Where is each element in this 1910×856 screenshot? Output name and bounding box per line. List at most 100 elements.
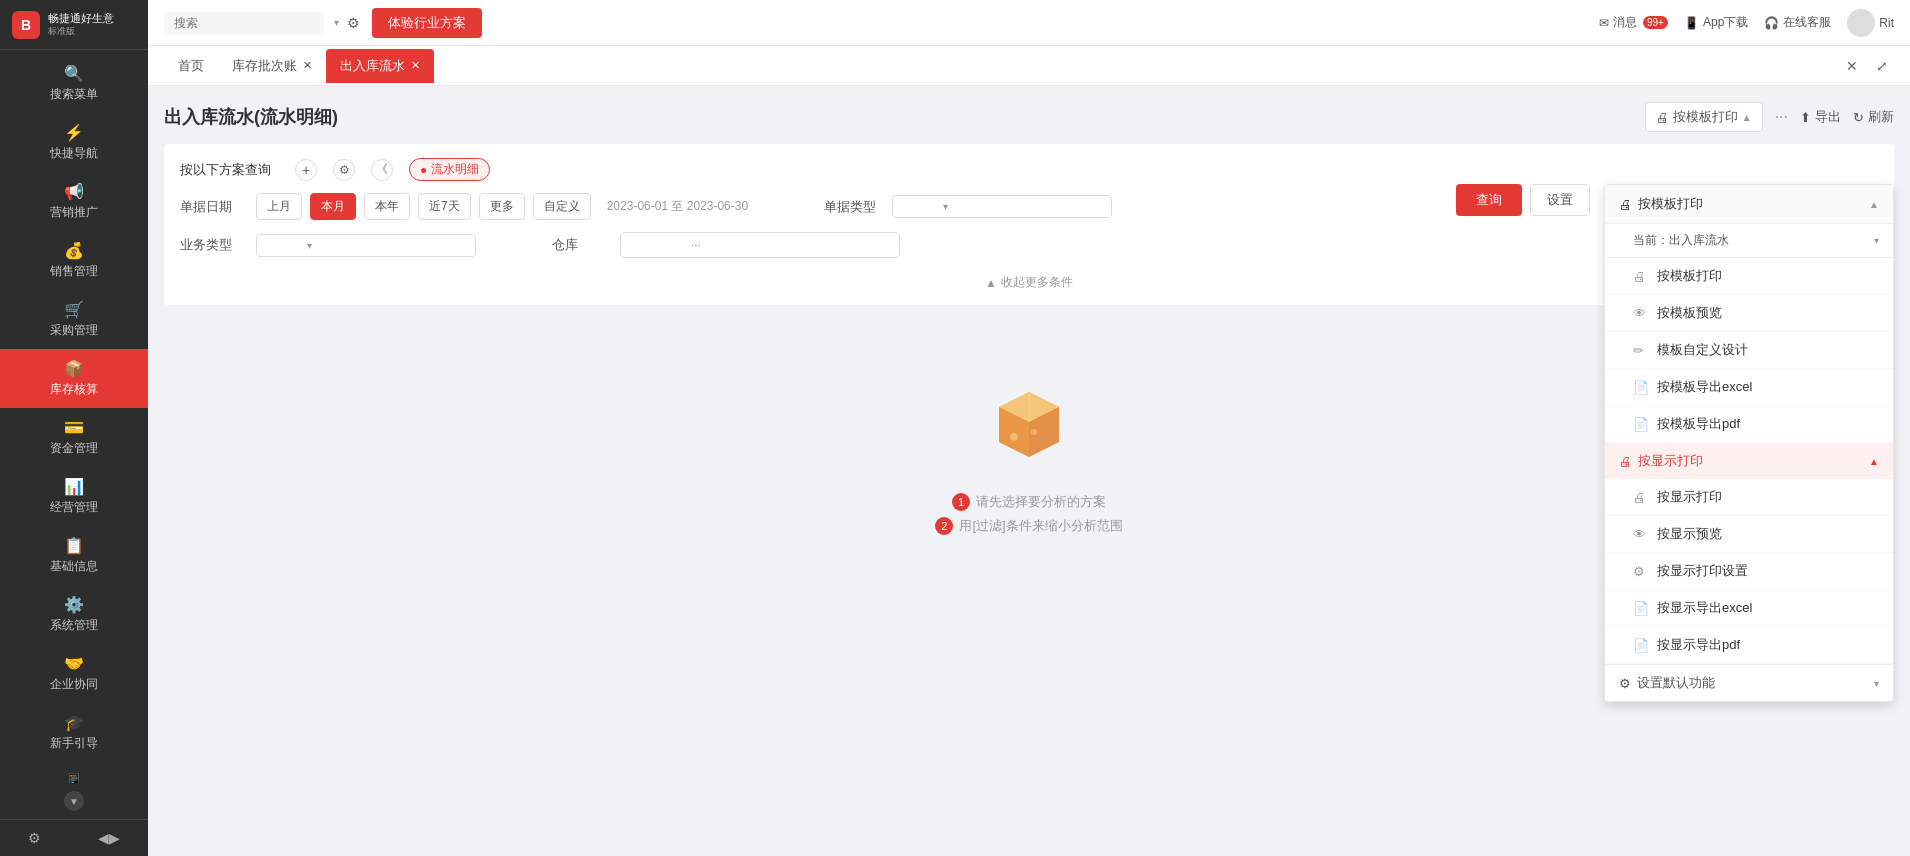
display-print-section-icon: 🖨 [1619, 454, 1632, 469]
tab-batch[interactable]: 库存批次账 ✕ [218, 49, 326, 83]
tab-home[interactable]: 首页 [164, 49, 218, 83]
user-area[interactable]: Rit [1847, 9, 1894, 37]
dropdown-current-item[interactable]: 当前：出入库流水 ▾ [1605, 224, 1893, 258]
dropdown-footer[interactable]: ⚙ 设置默认功能 ▾ [1605, 664, 1893, 701]
date-btn-more[interactable]: 更多 [479, 193, 525, 220]
sidebar-item-guide[interactable]: 🎓 新手引导 [0, 703, 148, 762]
marketing-icon: 📢 [64, 182, 84, 201]
logo-sub: 标准版 [48, 25, 114, 38]
settings-icon[interactable]: ⚙ [28, 830, 41, 846]
trial-btn[interactable]: 体验行业方案 [372, 8, 482, 38]
warehouse-select[interactable]: ··· [620, 232, 900, 258]
dropdown-item-template-excel[interactable]: 📄 按模板导出excel [1605, 369, 1893, 406]
topbar-search-box[interactable] [164, 12, 324, 34]
sidebar-item-label: 销售管理 [50, 263, 98, 280]
biz-type-select[interactable]: ▾ [256, 234, 476, 257]
sidebar-scroll-down[interactable]: ▼ [64, 791, 84, 811]
sidebar-item-system[interactable]: ⚙️ 系统管理 [0, 585, 148, 644]
topbar-right: ✉ 消息 99+ 📱 App下载 🎧 在线客服 Rit [1599, 9, 1894, 37]
avatar [1847, 9, 1875, 37]
dropdown-item-template-print[interactable]: 🖨 按模板打印 [1605, 258, 1893, 295]
message-icon: ✉ [1599, 16, 1609, 30]
sidebar-item-finance[interactable]: 💳 资金管理 [0, 408, 148, 467]
basic-icon: 📋 [64, 536, 84, 555]
display-print-section-header[interactable]: 🖨 按显示打印 ▲ [1605, 443, 1893, 479]
sidebar-item-label: 资金管理 [50, 440, 98, 457]
dropdown-item-display-preview[interactable]: 👁 按显示预览 [1605, 516, 1893, 553]
template-custom-label: 模板自定义设计 [1657, 341, 1748, 359]
sidebar-item-search[interactable]: 🔍 搜索菜单 [0, 54, 148, 113]
sidebar-item-enterprise[interactable]: 🤝 企业协同 [0, 644, 148, 703]
doc-type-select[interactable]: ▾ [892, 195, 1112, 218]
sidebar-item-inventory[interactable]: 📦 库存核算 [0, 349, 148, 408]
date-filter-label: 单据日期 [180, 198, 240, 216]
collapse-conditions-btn[interactable]: ▲ 收起更多条件 [985, 274, 1073, 291]
date-btn-7days[interactable]: 近7天 [418, 193, 471, 220]
tab-batch-close-icon[interactable]: ✕ [303, 59, 312, 72]
app-download-btn[interactable]: 📱 App下载 [1684, 14, 1748, 31]
topbar-chevron-icon[interactable]: ▾ [334, 17, 339, 28]
app-download-icon: 📱 [1684, 16, 1699, 30]
filter-add-btn[interactable]: + [295, 159, 317, 181]
topbar-gear-icon[interactable]: ⚙ [347, 15, 360, 31]
empty-hint-1-text: 请先选择要分析的方案 [976, 493, 1106, 511]
export-icon: ⬆ [1800, 110, 1811, 125]
collapse-sidebar-icon[interactable]: ◀▶ [98, 830, 120, 846]
sidebar-item-quicknav[interactable]: ⚡ 快捷导航 [0, 113, 148, 172]
appcenter-icon: 📱 [64, 772, 84, 783]
template-preview-label: 按模板预览 [1657, 304, 1722, 322]
template-custom-icon: ✏ [1633, 343, 1649, 358]
print-btn[interactable]: 🖨 按模板打印 ▲ [1645, 102, 1763, 132]
dropdown-item-template-preview[interactable]: 👁 按模板预览 [1605, 295, 1893, 332]
tab-flow-close-icon[interactable]: ✕ [411, 59, 420, 72]
filter-tag[interactable]: ● 流水明细 [409, 158, 490, 181]
page-actions-more-icon[interactable]: ··· [1775, 108, 1788, 126]
tab-flow[interactable]: 出入库流水 ✕ [326, 49, 434, 83]
sidebar-item-appcenter[interactable]: 📱 应用中心 [0, 762, 148, 783]
dropdown-item-display-excel[interactable]: 📄 按显示导出excel [1605, 590, 1893, 627]
online-service-label: 在线客服 [1783, 14, 1831, 31]
sidebar-item-marketing[interactable]: 📢 营销推广 [0, 172, 148, 231]
sales-icon: 💰 [64, 241, 84, 260]
sidebar-item-label: 库存核算 [50, 381, 98, 398]
sidebar-item-basic[interactable]: 📋 基础信息 [0, 526, 148, 585]
dropdown-item-template-custom[interactable]: ✏ 模板自定义设计 [1605, 332, 1893, 369]
dropdown-header-up-icon[interactable]: ▲ [1869, 199, 1879, 210]
print-dropdown-panel: 🖨 按模板打印 ▲ 当前：出入库流水 ▾ 🖨 按模板打印 👁 按模板预览 ✏ 模… [1604, 184, 1894, 702]
date-btn-prev-month[interactable]: 上月 [256, 193, 302, 220]
online-service-btn[interactable]: 🎧 在线客服 [1764, 14, 1831, 31]
sidebar-item-purchase[interactable]: 🛒 采购管理 [0, 290, 148, 349]
dropdown-item-display-pdf[interactable]: 📄 按显示导出pdf [1605, 627, 1893, 664]
date-range-text: 2023-06-01 至 2023-06-30 [607, 198, 748, 215]
date-btn-this-year[interactable]: 本年 [364, 193, 410, 220]
tab-maximize-btn[interactable]: ⤢ [1870, 54, 1894, 78]
message-btn[interactable]: ✉ 消息 99+ [1599, 14, 1668, 31]
empty-state-icon [979, 377, 1079, 477]
sidebar-bottom: ⚙ ◀▶ [0, 819, 148, 856]
tabs-right-controls: ✕ ⤢ [1840, 54, 1894, 78]
dropdown-current-text: 当前：出入库流水 [1633, 232, 1729, 249]
query-btn[interactable]: 查询 [1456, 184, 1522, 216]
search-nav-icon: 🔍 [64, 64, 84, 83]
date-filter-controls: 上月 本月 本年 近7天 更多 自定义 2023-06-01 至 2023-06… [256, 193, 748, 220]
print-chevron-icon: ▲ [1742, 112, 1752, 123]
export-label: 导出 [1815, 108, 1841, 126]
date-btn-this-month[interactable]: 本月 [310, 193, 356, 220]
dropdown-item-template-pdf[interactable]: 📄 按模板导出pdf [1605, 406, 1893, 443]
search-input[interactable] [174, 16, 294, 30]
display-pdf-icon: 📄 [1633, 638, 1649, 653]
query-actions: 查询 设置 [1456, 184, 1590, 216]
sidebar-item-sales[interactable]: 💰 销售管理 [0, 231, 148, 290]
filter-tag-icon: ● [420, 163, 427, 177]
dropdown-item-display-print[interactable]: 🖨 按显示打印 [1605, 479, 1893, 516]
filter-collapse-btn[interactable]: 《 [371, 159, 393, 181]
sidebar-item-operation[interactable]: 📊 经营管理 [0, 467, 148, 526]
dropdown-item-display-settings[interactable]: ⚙ 按显示打印设置 [1605, 553, 1893, 590]
refresh-btn[interactable]: ↻ 刷新 [1853, 108, 1894, 126]
date-btn-custom[interactable]: 自定义 [533, 193, 591, 220]
biz-type-label: 业务类型 [180, 236, 240, 254]
filter-setting-btn[interactable]: ⚙ [333, 159, 355, 181]
settings-query-btn[interactable]: 设置 [1530, 184, 1590, 216]
export-btn[interactable]: ⬆ 导出 [1800, 108, 1841, 126]
tab-close-all-btn[interactable]: ✕ [1840, 54, 1864, 78]
